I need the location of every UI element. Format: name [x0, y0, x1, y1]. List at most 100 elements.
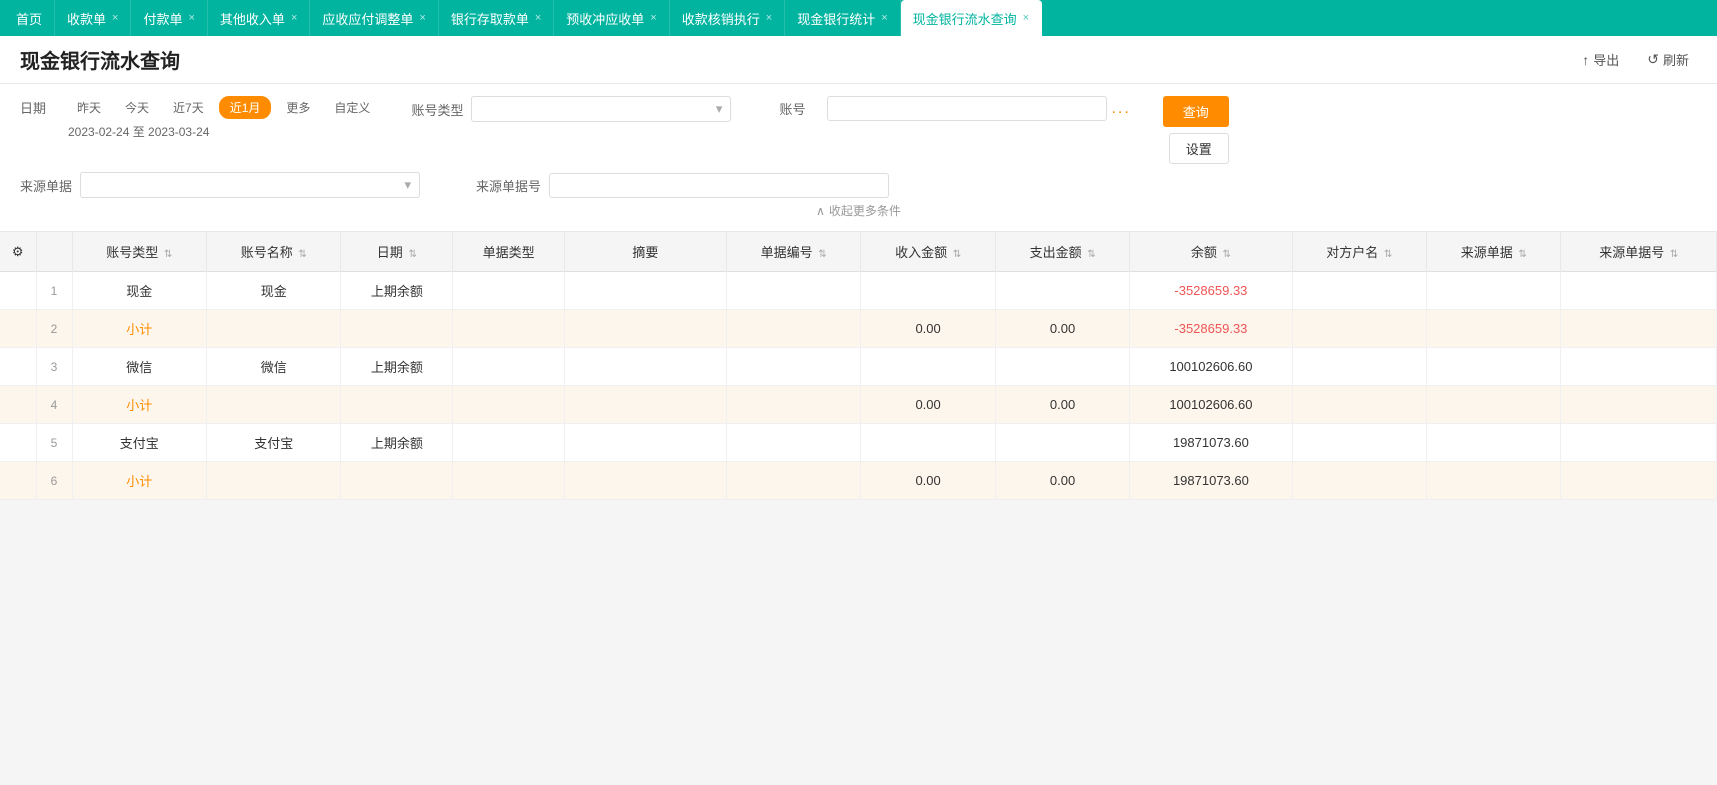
close-advance-offset-icon[interactable]: ×: [650, 12, 656, 24]
row-num: 1: [36, 272, 72, 310]
nav-payment[interactable]: 付款单 ×: [131, 0, 207, 36]
row-summary: [564, 272, 726, 310]
collapse-filters-button[interactable]: ∧ 收起更多条件: [20, 198, 1697, 219]
row-account-type: 小计: [72, 462, 206, 500]
col-account-type: 账号类型 ⇅: [72, 232, 206, 272]
collapse-chevron-icon: ∧: [816, 204, 825, 218]
close-other-income-icon[interactable]: ×: [291, 12, 297, 24]
row-num: 6: [36, 462, 72, 500]
nav-bank-deposit[interactable]: 银行存取款单 ×: [439, 0, 554, 36]
nav-ap-adjust[interactable]: 应收应付调整单 ×: [310, 0, 438, 36]
account-type-label: 账号类型: [411, 100, 463, 119]
account-input[interactable]: [827, 96, 1107, 121]
nav-cash-bank-flow[interactable]: 现金银行流水查询 ×: [901, 0, 1042, 36]
row-account-type: 小计: [72, 386, 206, 424]
sort-expense-icon[interactable]: ⇅: [1087, 249, 1095, 260]
nav-verify-exec[interactable]: 收款核销执行 ×: [670, 0, 785, 36]
date-yesterday[interactable]: 昨天: [68, 96, 110, 119]
row-counterparty: [1292, 310, 1426, 348]
source-doc-no-input[interactable]: [549, 173, 889, 198]
row-account-name: [206, 310, 340, 348]
nav-advance-offset[interactable]: 预收冲应收单 ×: [554, 0, 669, 36]
col-income: 收入金额 ⇅: [861, 232, 995, 272]
refresh-button[interactable]: ↺ 刷新: [1639, 46, 1697, 73]
sort-doc-no-icon[interactable]: ⇅: [818, 249, 826, 260]
row-account-name: 现金: [206, 272, 340, 310]
settings-button[interactable]: 设置: [1169, 133, 1229, 164]
row-income: 0.00: [861, 386, 995, 424]
sort-counterparty-icon[interactable]: ⇅: [1384, 249, 1392, 260]
account-type-dropdown-icon: ▾: [716, 101, 723, 117]
source-doc-label: 来源单据: [20, 176, 72, 195]
col-expense: 支出金额 ⇅: [995, 232, 1129, 272]
row-expense: [995, 424, 1129, 462]
close-bank-deposit-icon[interactable]: ×: [535, 12, 541, 24]
row-date: [341, 386, 453, 424]
page-title: 现金银行流水查询: [20, 45, 180, 74]
close-receipt-icon[interactable]: ×: [112, 12, 118, 24]
row-gear-cell: [0, 310, 36, 348]
row-income: [861, 272, 995, 310]
export-button[interactable]: ↑ 导出: [1574, 46, 1627, 73]
date-custom[interactable]: 自定义: [325, 96, 379, 119]
source-doc-dropdown-icon: ▾: [404, 177, 411, 193]
sort-income-icon[interactable]: ⇅: [953, 249, 961, 260]
account-dots-button[interactable]: ...: [1111, 100, 1130, 118]
nav-receipt[interactable]: 收款单 ×: [55, 0, 131, 36]
date-today[interactable]: 今天: [116, 96, 158, 119]
row-source-doc-no: [1561, 424, 1717, 462]
account-type-select[interactable]: ▾: [471, 96, 731, 122]
gear-icon[interactable]: ⚙: [12, 244, 24, 259]
row-expense: 0.00: [995, 386, 1129, 424]
row-source-doc: [1426, 424, 1560, 462]
row-expense: 0.00: [995, 462, 1129, 500]
row-account-name: [206, 462, 340, 500]
row-summary: [564, 462, 726, 500]
row-account-type: 微信: [72, 348, 206, 386]
sort-balance-icon[interactable]: ⇅: [1223, 249, 1231, 260]
date-1month[interactable]: 近1月: [219, 96, 272, 119]
close-cash-bank-flow-icon[interactable]: ×: [1023, 12, 1029, 24]
row-doc-no: [726, 348, 860, 386]
row-counterparty: [1292, 462, 1426, 500]
date-filter-label: 日期: [20, 98, 60, 117]
nav-home[interactable]: 首页: [4, 0, 55, 36]
row-doc-type: [453, 424, 565, 462]
row-date: [341, 310, 453, 348]
source-doc-select[interactable]: ▾: [80, 172, 420, 198]
col-source-doc-no: 来源单据号 ⇅: [1561, 232, 1717, 272]
date-7days[interactable]: 近7天: [164, 96, 213, 119]
close-cash-bank-stat-icon[interactable]: ×: [881, 12, 887, 24]
row-source-doc-no: [1561, 386, 1717, 424]
table-row: 2 小计 0.00 0.00 -3528659.33: [0, 310, 1717, 348]
row-doc-no: [726, 272, 860, 310]
row-date: 上期余额: [341, 272, 453, 310]
query-button[interactable]: 查询: [1163, 96, 1229, 127]
close-ap-adjust-icon[interactable]: ×: [419, 12, 425, 24]
row-summary: [564, 386, 726, 424]
row-expense: [995, 348, 1129, 386]
row-counterparty: [1292, 272, 1426, 310]
close-payment-icon[interactable]: ×: [188, 12, 194, 24]
top-navigation: 首页 收款单 × 付款单 × 其他收入单 × 应收应付调整单 × 银行存取款单 …: [0, 0, 1717, 36]
close-verify-exec-icon[interactable]: ×: [766, 12, 772, 24]
sort-source-doc-no-icon[interactable]: ⇅: [1670, 249, 1678, 260]
row-income: [861, 424, 995, 462]
sort-date-icon[interactable]: ⇅: [408, 249, 416, 260]
source-doc-no-label: 来源单据号: [476, 176, 541, 195]
date-more[interactable]: 更多: [277, 96, 319, 119]
row-doc-type: [453, 348, 565, 386]
row-num: 5: [36, 424, 72, 462]
row-account-name: [206, 386, 340, 424]
col-date: 日期 ⇅: [341, 232, 453, 272]
col-source-doc: 来源单据 ⇅: [1426, 232, 1560, 272]
sort-account-name-icon[interactable]: ⇅: [298, 249, 306, 260]
sort-account-type-icon[interactable]: ⇅: [164, 249, 172, 260]
nav-other-income[interactable]: 其他收入单 ×: [208, 0, 310, 36]
row-summary: [564, 424, 726, 462]
row-num: 4: [36, 386, 72, 424]
account-label: 账号: [779, 99, 819, 118]
sort-source-doc-icon[interactable]: ⇅: [1518, 249, 1526, 260]
refresh-icon: ↺: [1647, 51, 1659, 68]
nav-cash-bank-stat[interactable]: 现金银行统计 ×: [785, 0, 900, 36]
